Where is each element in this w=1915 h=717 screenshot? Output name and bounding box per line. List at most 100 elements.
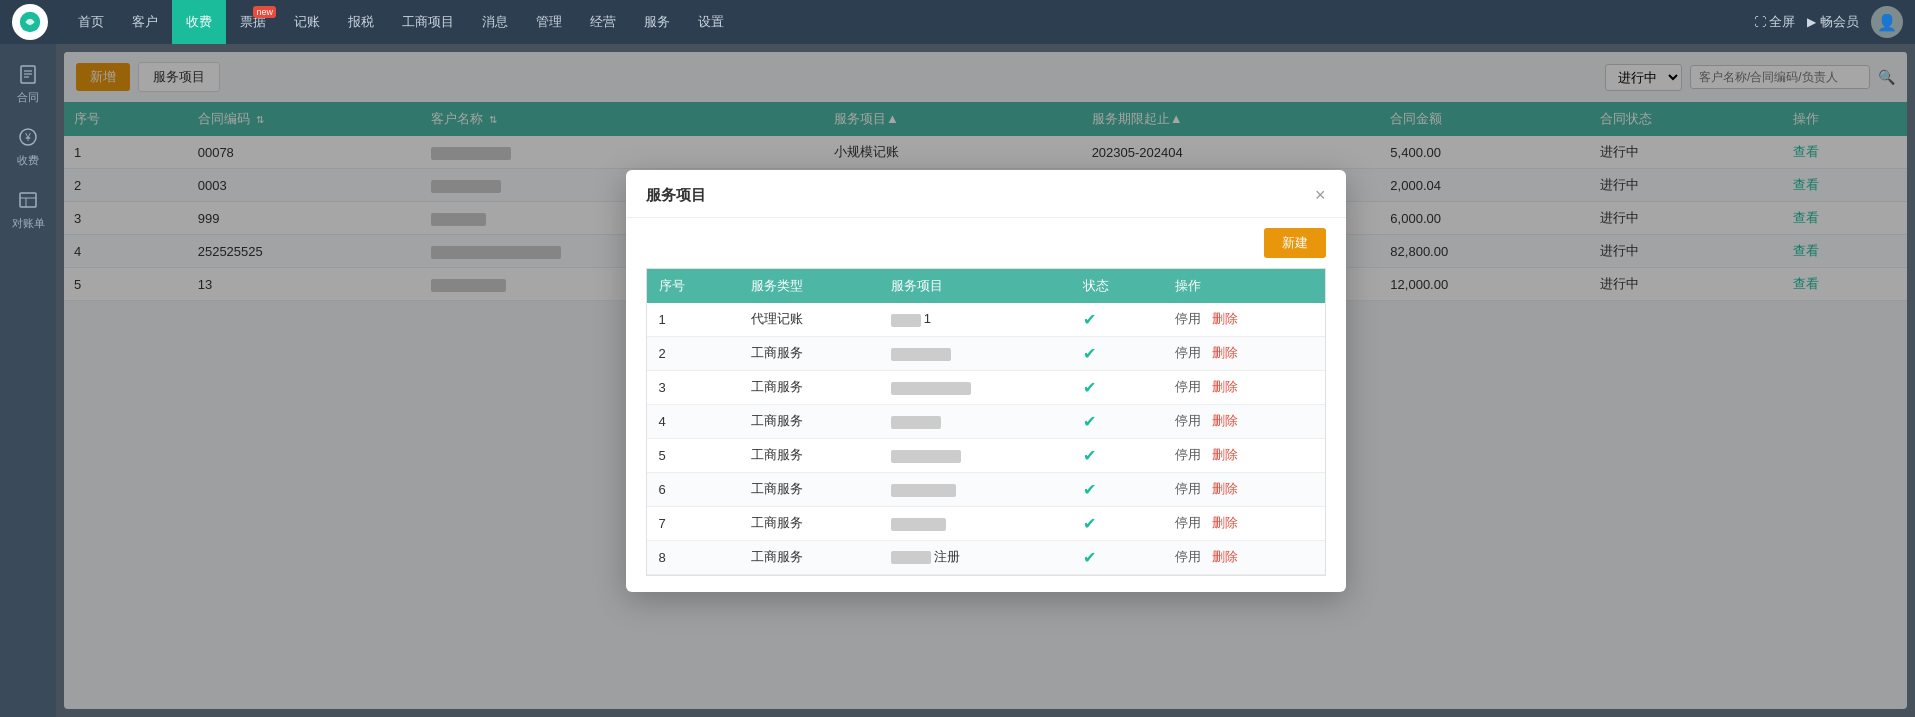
modal-cell-action: 停用 删除 (1163, 438, 1325, 472)
modal-title: 服务项目 (646, 186, 706, 205)
sidebar-item-contract[interactable]: 合同 (0, 52, 56, 115)
top-navigation: 首页 客户 收费 票据 new 记账 报税 工商项目 消息 管理 经营 服务 设… (0, 0, 1915, 44)
fullscreen-button[interactable]: ⛶ 全屏 (1754, 13, 1796, 31)
sidebar-statement-label: 对账单 (12, 216, 45, 231)
modal-cell-seq: 2 (647, 336, 739, 370)
modal-cell-type: 工商服务 (739, 472, 879, 506)
modal-new-button[interactable]: 新建 (1264, 228, 1326, 258)
modal-cell-status: ✔ (1071, 472, 1163, 506)
modal-header: 服务项目 × (626, 170, 1346, 218)
contract-icon (16, 62, 40, 86)
modal-cell-type: 工商服务 (739, 438, 879, 472)
modal-cell-status: ✔ (1071, 506, 1163, 540)
modal-close-button[interactable]: × (1315, 186, 1326, 204)
modal-cell-status: ✔ (1071, 438, 1163, 472)
nav-manage[interactable]: 管理 (522, 0, 576, 44)
modal-cell-seq: 4 (647, 404, 739, 438)
svg-rect-7 (20, 193, 36, 207)
modal-table-row: 8 工商服务 注册 ✔ 停用 删除 (647, 540, 1325, 574)
modal-col-item: 服务项目 (879, 269, 1071, 303)
modal-toolbar: 新建 (626, 218, 1346, 268)
nav-bookkeeping[interactable]: 记账 (280, 0, 334, 44)
delete-button[interactable]: 删除 (1212, 344, 1238, 362)
status-check-icon: ✔ (1083, 481, 1096, 498)
modal-table-row: 4 工商服务 ✔ 停用 删除 (647, 404, 1325, 438)
stop-button[interactable]: 停用 (1175, 514, 1201, 532)
nav-home[interactable]: 首页 (64, 0, 118, 44)
fee-icon: ¥ (16, 125, 40, 149)
stop-button[interactable]: 停用 (1175, 446, 1201, 464)
status-check-icon: ✔ (1083, 379, 1096, 396)
modal-cell-seq: 6 (647, 472, 739, 506)
service-modal: 服务项目 × 新建 序号 服务类型 服务项目 (626, 170, 1346, 592)
modal-cell-action: 停用 删除 (1163, 336, 1325, 370)
modal-overlay[interactable]: 服务项目 × 新建 序号 服务类型 服务项目 (56, 44, 1915, 717)
modal-cell-type: 工商服务 (739, 404, 879, 438)
modal-cell-seq: 8 (647, 540, 739, 574)
nav-service[interactable]: 服务 (630, 0, 684, 44)
nav-settings[interactable]: 设置 (684, 0, 738, 44)
nav-invoice[interactable]: 票据 new (226, 0, 280, 44)
modal-cell-seq: 3 (647, 370, 739, 404)
modal-cell-status: ✔ (1071, 370, 1163, 404)
stop-button[interactable]: 停用 (1175, 378, 1201, 396)
modal-cell-item (879, 370, 1071, 404)
nav-fee[interactable]: 收费 (172, 0, 226, 44)
delete-button[interactable]: 删除 (1212, 514, 1238, 532)
stop-button[interactable]: 停用 (1175, 480, 1201, 498)
nav-message[interactable]: 消息 (468, 0, 522, 44)
modal-cell-action: 停用 删除 (1163, 506, 1325, 540)
modal-table-row: 7 工商服务 ✔ 停用 删除 (647, 506, 1325, 540)
stop-button[interactable]: 停用 (1175, 310, 1201, 328)
modal-cell-status: ✔ (1071, 336, 1163, 370)
logo (12, 4, 48, 40)
sidebar-fee-label: 收费 (17, 153, 39, 168)
modal-cell-item: 1 (879, 303, 1071, 337)
modal-cell-type: 工商服务 (739, 370, 879, 404)
avatar[interactable]: 👤 (1871, 6, 1903, 38)
delete-button[interactable]: 删除 (1212, 310, 1238, 328)
nav-operation[interactable]: 经营 (576, 0, 630, 44)
modal-cell-item (879, 506, 1071, 540)
member-button[interactable]: ▶ 畅会员 (1807, 13, 1859, 31)
modal-cell-item (879, 472, 1071, 506)
modal-col-seq: 序号 (647, 269, 739, 303)
svg-text:¥: ¥ (24, 132, 31, 143)
modal-body: 序号 服务类型 服务项目 状态 操作 1 代理记账 1 ✔ (626, 268, 1346, 592)
modal-table-wrap: 序号 服务类型 服务项目 状态 操作 1 代理记账 1 ✔ (646, 268, 1326, 576)
modal-cell-status: ✔ (1071, 540, 1163, 574)
delete-button[interactable]: 删除 (1212, 446, 1238, 464)
delete-button[interactable]: 删除 (1212, 480, 1238, 498)
modal-cell-status: ✔ (1071, 404, 1163, 438)
sidebar-item-fee[interactable]: ¥ 收费 (0, 115, 56, 178)
delete-button[interactable]: 删除 (1212, 548, 1238, 566)
status-check-icon: ✔ (1083, 549, 1096, 566)
stop-button[interactable]: 停用 (1175, 548, 1201, 566)
modal-cell-seq: 5 (647, 438, 739, 472)
modal-col-type: 服务类型 (739, 269, 879, 303)
new-badge: new (253, 6, 276, 18)
modal-cell-action: 停用 删除 (1163, 303, 1325, 337)
nav-tax[interactable]: 报税 (334, 0, 388, 44)
modal-table-row: 1 代理记账 1 ✔ 停用 删除 (647, 303, 1325, 337)
modal-cell-type: 代理记账 (739, 303, 879, 337)
modal-cell-action: 停用 删除 (1163, 472, 1325, 506)
status-check-icon: ✔ (1083, 413, 1096, 430)
nav-business[interactable]: 工商项目 (388, 0, 468, 44)
delete-button[interactable]: 删除 (1212, 412, 1238, 430)
delete-button[interactable]: 删除 (1212, 378, 1238, 396)
stop-button[interactable]: 停用 (1175, 412, 1201, 430)
modal-cell-item (879, 336, 1071, 370)
nav-right-area: ⛶ 全屏 ▶ 畅会员 👤 (1754, 6, 1903, 38)
modal-table-row: 5 工商服务 ✔ 停用 删除 (647, 438, 1325, 472)
nav-customer[interactable]: 客户 (118, 0, 172, 44)
sidebar-contract-label: 合同 (17, 90, 39, 105)
statement-icon (16, 188, 40, 212)
sidebar-item-statement[interactable]: 对账单 (0, 178, 56, 241)
stop-button[interactable]: 停用 (1175, 344, 1201, 362)
modal-cell-action: 停用 删除 (1163, 404, 1325, 438)
modal-cell-type: 工商服务 (739, 540, 879, 574)
status-check-icon: ✔ (1083, 345, 1096, 362)
modal-cell-item: 注册 (879, 540, 1071, 574)
modal-col-status: 状态 (1071, 269, 1163, 303)
